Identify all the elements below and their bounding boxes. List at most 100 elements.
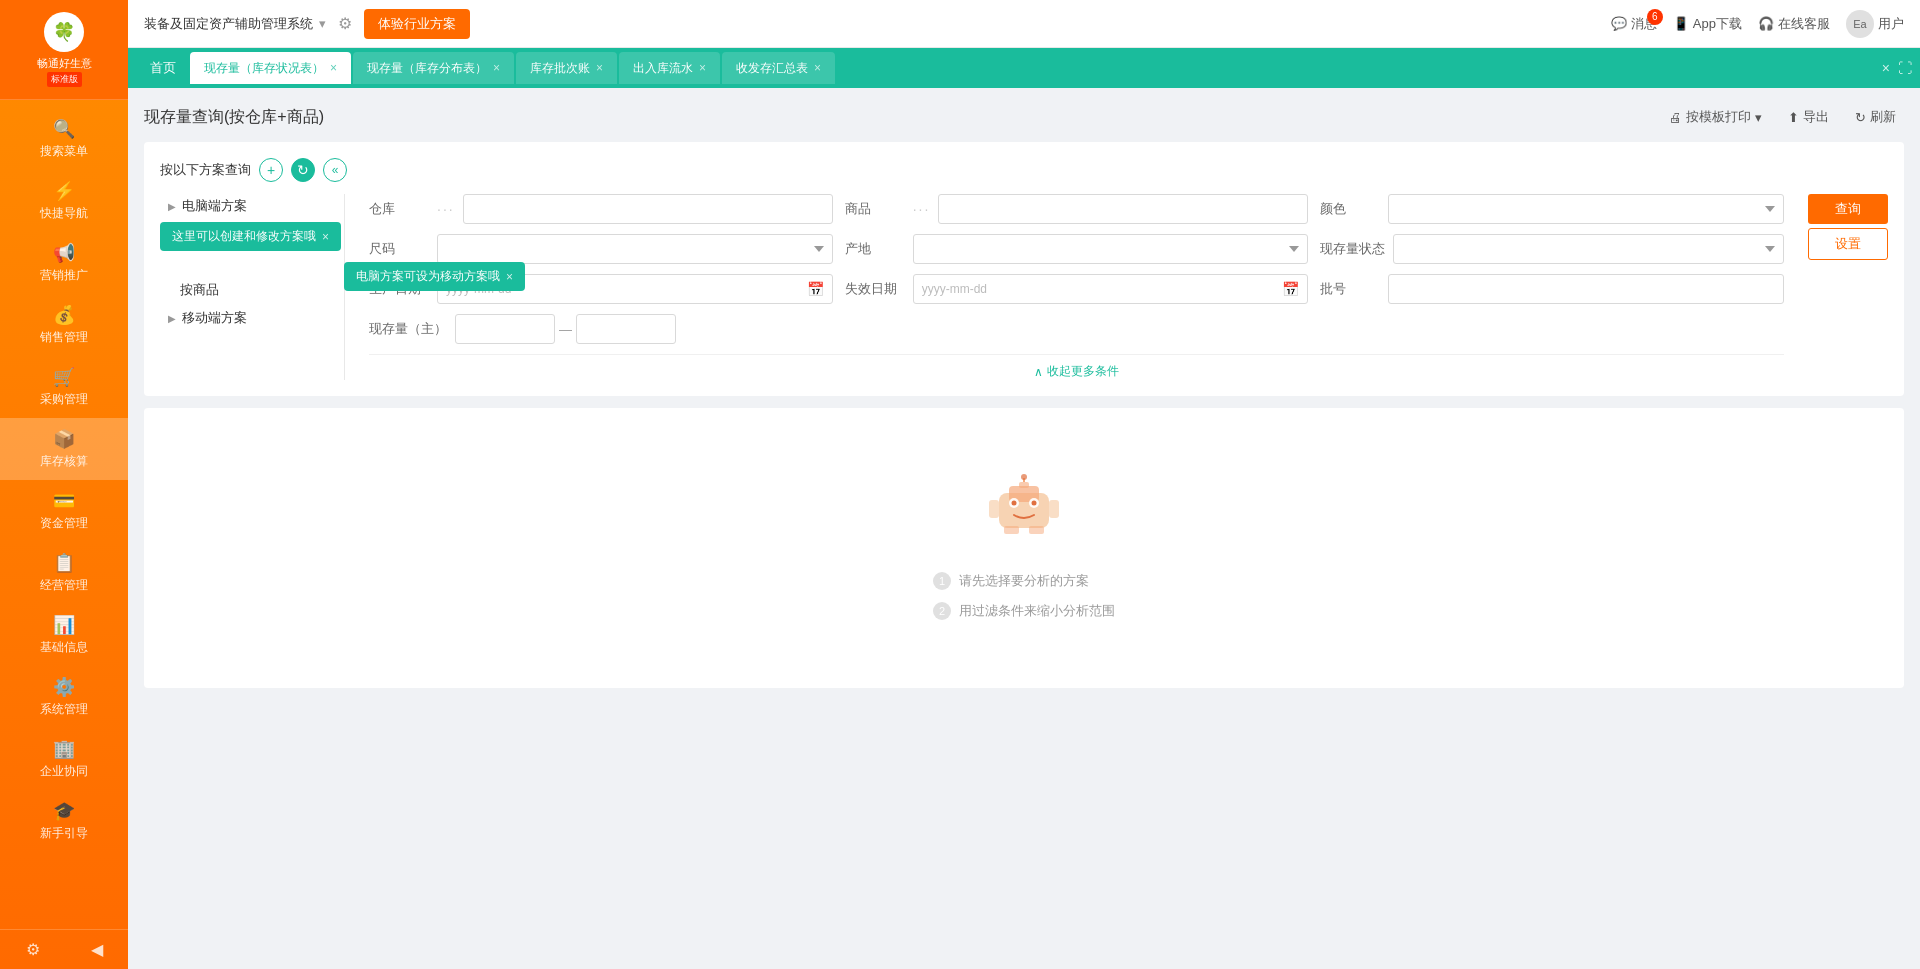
tab-receipt-summary[interactable]: 收发存汇总表 × <box>722 52 835 84</box>
sidebar-item-marketing[interactable]: 📢 营销推广 <box>0 232 128 294</box>
stock-qty-max[interactable] <box>576 314 676 344</box>
message-btn[interactable]: 💬 消息 6 <box>1611 15 1657 33</box>
main-container: 装备及固定资产辅助管理系统 ▾ ⚙ 体验行业方案 💬 消息 6 📱 App下载 … <box>128 0 1920 969</box>
tab-batch-ledger[interactable]: 库存批次账 × <box>516 52 617 84</box>
range-separator: — <box>559 322 572 337</box>
print-btn[interactable]: 🖨 按模板打印 ▾ <box>1661 104 1770 130</box>
headset-icon: 🎧 <box>1758 16 1774 31</box>
tabbar-right: × ⛶ <box>1882 60 1912 76</box>
sidebar-item-search-menu[interactable]: 🔍 搜索菜单 <box>0 108 128 170</box>
inventory-icon: 📦 <box>53 428 75 450</box>
collapse-filter-btn[interactable]: ∧ 收起更多条件 <box>369 354 1784 380</box>
sidebar-item-enterprise[interactable]: 🏢 企业协同 <box>0 728 128 790</box>
tab-close-icon[interactable]: × <box>699 61 706 75</box>
sidebar-item-sales[interactable]: 💰 销售管理 <box>0 294 128 356</box>
logo-tag: 标准版 <box>47 72 82 87</box>
user-profile-btn[interactable]: Ea 用户 <box>1846 10 1904 38</box>
tab-close-icon[interactable]: × <box>814 61 821 75</box>
tooltip2-close-icon[interactable]: × <box>322 230 329 244</box>
settings-gear-icon[interactable]: ⚙ <box>338 14 352 33</box>
tab-inventory-dist[interactable]: 现存量（库存分布表） × <box>353 52 514 84</box>
reset-button[interactable]: 设置 <box>1808 228 1888 260</box>
tooltip1-text: 电脑方案可设为移动方案哦 <box>356 268 500 285</box>
tab-close-icon[interactable]: × <box>493 61 500 75</box>
sidebar-nav: 🔍 搜索菜单 ⚡ 快捷导航 📢 营销推广 💰 销售管理 🛒 采购管理 📦 库存核… <box>0 100 128 929</box>
tab-label: 现存量（库存状况表） <box>204 60 324 77</box>
search-button[interactable]: 查询 <box>1808 194 1888 224</box>
filter-row-2: 尺码 产地 现存量状态 <box>369 234 1784 264</box>
back-scheme-btn[interactable]: « <box>323 158 347 182</box>
sidebar-item-purchase[interactable]: 🛒 采购管理 <box>0 356 128 418</box>
empty-illustration <box>984 468 1064 548</box>
online-support-label: 在线客服 <box>1778 15 1830 33</box>
sidebar-item-system[interactable]: ⚙️ 系统管理 <box>0 666 128 728</box>
empty-step-2-text: 用过滤条件来缩小分析范围 <box>959 598 1115 624</box>
tab-stock-flow[interactable]: 出入库流水 × <box>619 52 720 84</box>
goods-input[interactable] <box>938 194 1308 224</box>
sidebar-item-inventory[interactable]: 📦 库存核算 <box>0 418 128 480</box>
filter-tree-sub: 按商品 <box>160 278 320 302</box>
system-name-text: 装备及固定资产辅助管理系统 <box>144 15 313 33</box>
sidebar-item-basic[interactable]: 📊 基础信息 <box>0 604 128 666</box>
expire-date-input[interactable]: yyyy-mm-dd 📅 <box>913 274 1309 304</box>
settings-icon[interactable]: ⚙ <box>26 940 40 959</box>
tree-item-mobile[interactable]: ▶ 移动端方案 <box>168 306 320 330</box>
filter-field-origin: 产地 <box>845 234 1309 264</box>
sidebar-item-label: 企业协同 <box>40 763 88 780</box>
online-support-btn[interactable]: 🎧 在线客服 <box>1758 15 1830 33</box>
stock-status-select[interactable] <box>1393 234 1784 264</box>
tab-close-icon[interactable]: × <box>330 61 337 75</box>
app-download-btn[interactable]: 📱 App下载 <box>1673 15 1742 33</box>
page-actions: 🖨 按模板打印 ▾ ⬆ 导出 ↻ 刷新 <box>1661 104 1904 130</box>
sidebar-item-label: 基础信息 <box>40 639 88 656</box>
warehouse-label: 仓库 <box>369 200 429 218</box>
tab-close-icon[interactable]: × <box>596 61 603 75</box>
tab-close-all-icon[interactable]: × <box>1882 60 1890 76</box>
collapse-sidebar-icon[interactable]: ◀ <box>91 940 103 959</box>
sidebar-item-operations[interactable]: 📋 经营管理 <box>0 542 128 604</box>
filter-field-warehouse: 仓库 ··· <box>369 194 833 224</box>
size-select[interactable] <box>437 234 833 264</box>
guide-icon: 🎓 <box>53 800 75 822</box>
print-label: 按模板打印 <box>1686 108 1751 126</box>
empty-step-1-text: 请先选择要分析的方案 <box>959 568 1089 594</box>
sidebar-item-quick-nav[interactable]: ⚡ 快捷导航 <box>0 170 128 232</box>
add-scheme-btn[interactable]: + <box>259 158 283 182</box>
origin-select[interactable] <box>913 234 1309 264</box>
export-btn[interactable]: ⬆ 导出 <box>1780 104 1837 130</box>
refresh-scheme-btn[interactable]: ↻ <box>291 158 315 182</box>
refresh-btn[interactable]: ↻ 刷新 <box>1847 104 1904 130</box>
filter-tree: ▶ 电脑端方案 <box>160 194 320 218</box>
warehouse-input[interactable] <box>463 194 833 224</box>
filter-field-color: 颜色 <box>1320 194 1784 224</box>
tree-item-pc[interactable]: ▶ 电脑端方案 <box>168 194 320 218</box>
sidebar-item-guide[interactable]: 🎓 新手引导 <box>0 790 128 852</box>
color-select[interactable] <box>1388 194 1784 224</box>
tree-sub-item[interactable]: 按商品 <box>180 278 320 302</box>
batch-input[interactable] <box>1388 274 1784 304</box>
tooltip1-close-icon[interactable]: × <box>506 270 513 284</box>
sidebar-item-label: 销售管理 <box>40 329 88 346</box>
system-name-chevron: ▾ <box>319 16 326 31</box>
industry-btn[interactable]: 体验行业方案 <box>364 9 470 39</box>
stock-qty-min[interactable] <box>455 314 555 344</box>
tab-expand-icon[interactable]: ⛶ <box>1898 60 1912 76</box>
export-label: 导出 <box>1803 108 1829 126</box>
filter-row-1: 仓库 ··· 商品 ··· 颜色 <box>369 194 1784 224</box>
system-name: 装备及固定资产辅助管理系统 ▾ <box>144 15 326 33</box>
tab-inventory-status[interactable]: 现存量（库存状况表） × <box>190 52 351 84</box>
svg-rect-11 <box>1004 526 1019 534</box>
sidebar-item-label: 快捷导航 <box>40 205 88 222</box>
tree-item-label: 电脑端方案 <box>182 197 247 215</box>
logo-text: 畅通好生意 <box>37 56 92 70</box>
export-icon: ⬆ <box>1788 110 1799 125</box>
filter-field-stock-status: 现存量状态 <box>1320 234 1784 264</box>
size-label: 尺码 <box>369 240 429 258</box>
sidebar-item-finance[interactable]: 💳 资金管理 <box>0 480 128 542</box>
sales-icon: 💰 <box>53 304 75 326</box>
filter-field-expire-date: 失效日期 yyyy-mm-dd 📅 <box>845 274 1309 304</box>
purchase-icon: 🛒 <box>53 366 75 388</box>
tab-label: 出入库流水 <box>633 60 693 77</box>
app-download-label: App下载 <box>1693 15 1742 33</box>
tab-home[interactable]: 首页 <box>136 59 190 77</box>
